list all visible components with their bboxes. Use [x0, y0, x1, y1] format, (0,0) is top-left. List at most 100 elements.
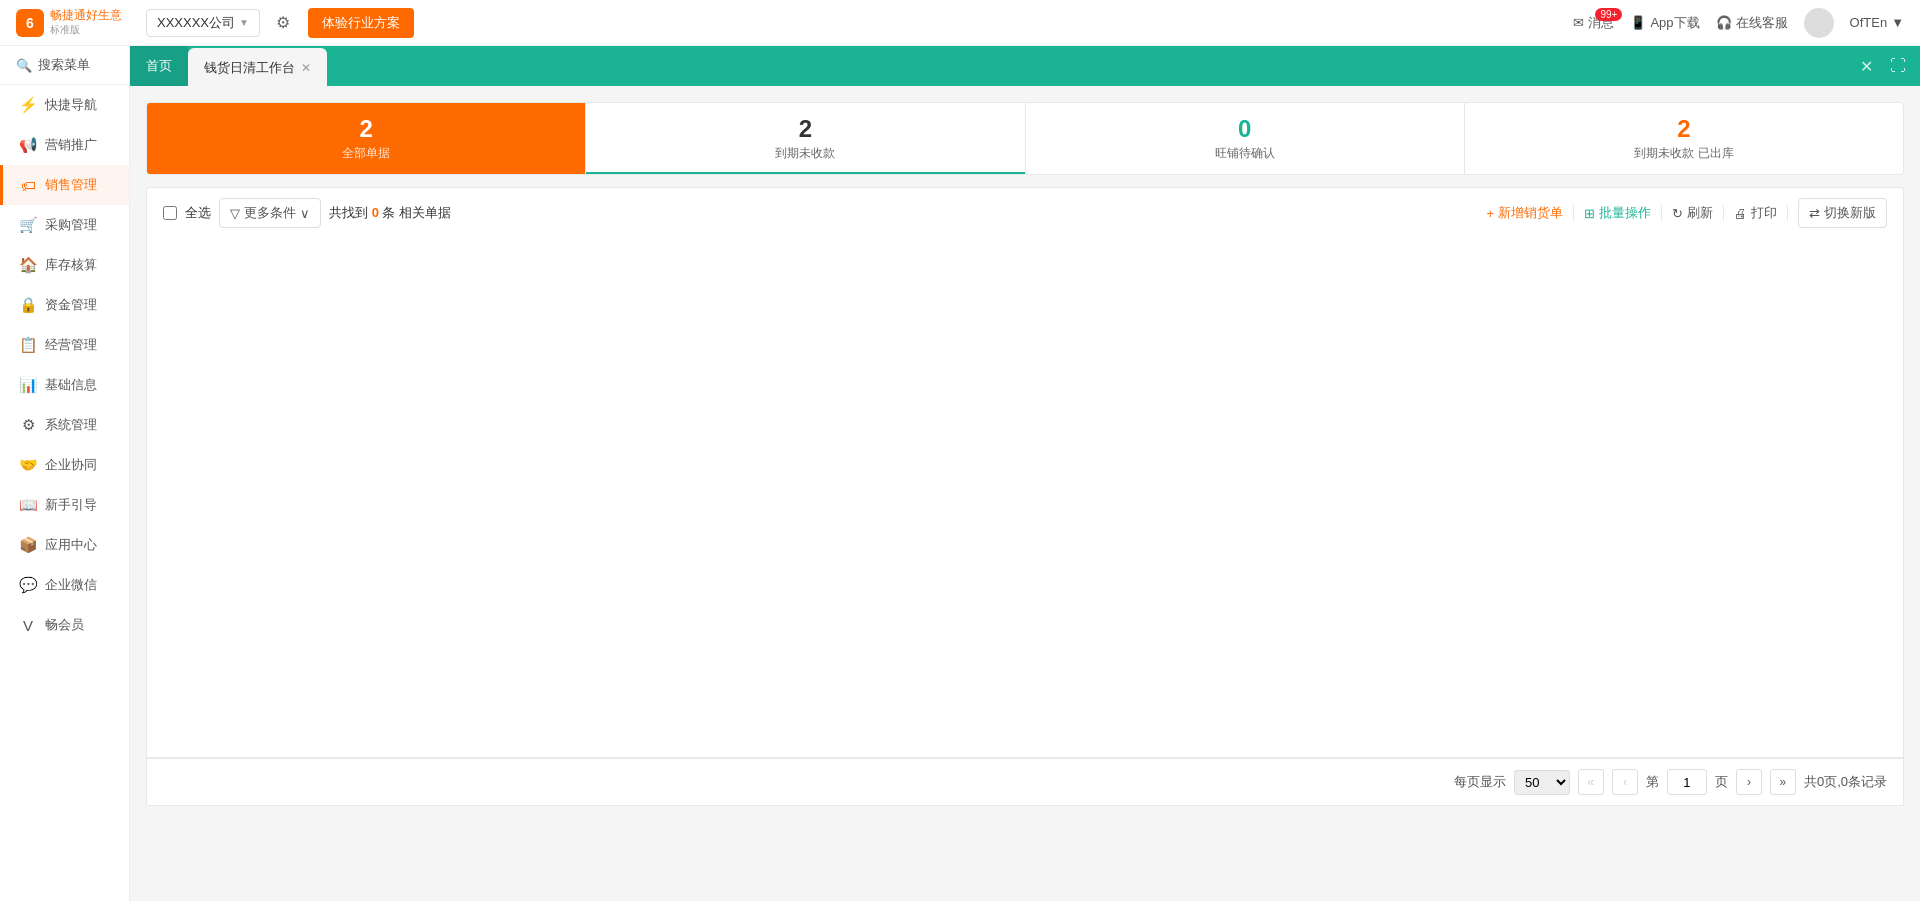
tab-cashflow-label: 钱货日清工作台	[204, 59, 295, 77]
print-label: 打印	[1751, 204, 1777, 222]
toolbar-left: 全选 ▽ 更多条件 ∨ 共找到 0 条 相关单据	[163, 198, 451, 228]
trial-button[interactable]: 体验行业方案	[308, 8, 414, 38]
tab-bar-actions: ✕ ⛶	[1852, 52, 1920, 80]
sidebar-icon-guide: 📖	[19, 496, 37, 514]
batch-icon: ⊞	[1584, 206, 1595, 221]
settings-icon[interactable]: ⚙	[268, 8, 298, 38]
sidebar-icon-inventory: 🏠	[19, 256, 37, 274]
stat-label-all: 全部单据	[163, 145, 569, 162]
filter-label: 更多条件	[244, 204, 296, 222]
brand-name: 畅捷通好生意	[50, 8, 122, 24]
stats-tabs: 2 全部单据 2 到期未收款 0 旺铺待确认 2 到期未收款 已出库	[146, 102, 1904, 175]
empty-state	[147, 238, 1903, 718]
refresh-icon: ↻	[1672, 206, 1683, 221]
sidebar-label-operations: 经营管理	[45, 336, 97, 354]
add-icon: +	[1486, 206, 1494, 221]
sidebar-label-basic-info: 基础信息	[45, 376, 97, 394]
sidebar-item-operations[interactable]: 📋 经营管理	[0, 325, 129, 365]
tab-cashflow[interactable]: 钱货日清工作台 ✕	[188, 48, 327, 88]
sidebar-label-guide: 新手引导	[45, 496, 97, 514]
print-icon: 🖨	[1734, 206, 1747, 221]
search-icon: 🔍	[16, 58, 32, 73]
sidebar-item-inventory[interactable]: 🏠 库存核算	[0, 245, 129, 285]
sidebar: 🔍 搜索菜单 ⚡ 快捷导航 📢 营销推广 🏷 销售管理 🛒 采购管理 🏠 库存核…	[0, 46, 130, 901]
sidebar-label-finance: 资金管理	[45, 296, 97, 314]
sidebar-label-cooperation: 企业协同	[45, 456, 97, 474]
last-page-button[interactable]: »	[1770, 769, 1796, 795]
tab-close-icon[interactable]: ✕	[301, 61, 311, 75]
select-all-label: 全选	[185, 204, 211, 222]
message-icon: ✉	[1573, 15, 1584, 30]
sidebar-item-purchase[interactable]: 🛒 采购管理	[0, 205, 129, 245]
stat-tab-overdue-out[interactable]: 2 到期未收款 已出库	[1465, 103, 1903, 174]
print-button[interactable]: 🖨 打印	[1734, 204, 1777, 222]
total-info: 共0页,0条记录	[1804, 773, 1887, 791]
stat-tab-pending[interactable]: 0 旺铺待确认	[1026, 103, 1465, 174]
stat-tab-overdue[interactable]: 2 到期未收款	[586, 103, 1025, 174]
sidebar-item-cooperation[interactable]: 🤝 企业协同	[0, 445, 129, 485]
switch-icon: ⇄	[1809, 206, 1820, 221]
select-all-checkbox[interactable]	[163, 206, 177, 220]
service-icon: 🎧	[1716, 15, 1732, 30]
switch-label: 切换新版	[1824, 204, 1876, 222]
stat-label-overdue: 到期未收款	[602, 145, 1008, 162]
refresh-button[interactable]: ↻ 刷新	[1672, 204, 1713, 222]
online-service-label: 在线客服	[1736, 14, 1788, 32]
batch-label: 批量操作	[1599, 204, 1651, 222]
page-size-label: 每页显示	[1454, 773, 1506, 791]
found-suffix: 相关单据	[399, 205, 451, 220]
online-service-button[interactable]: 🎧 在线客服	[1716, 14, 1788, 32]
main-content: 2 全部单据 2 到期未收款 0 旺铺待确认 2 到期未收款 已出库 全选 ▽ …	[130, 86, 1920, 901]
logo-area: 6 畅捷通好生意 标准版	[16, 8, 146, 38]
sidebar-search[interactable]: 🔍 搜索菜单	[0, 46, 129, 85]
sidebar-item-app-center[interactable]: 📦 应用中心	[0, 525, 129, 565]
sidebar-item-marketing[interactable]: 📢 营销推广	[0, 125, 129, 165]
user-name[interactable]: OfTEn ▼	[1850, 15, 1904, 30]
username-text: OfTEn	[1850, 15, 1888, 30]
stat-num-all: 2	[163, 115, 569, 143]
company-selector[interactable]: XXXXXX公司 ▼	[146, 9, 260, 37]
user-chevron-icon: ▼	[1891, 15, 1904, 30]
avatar[interactable]	[1804, 8, 1834, 38]
switch-button[interactable]: ⇄ 切换新版	[1798, 198, 1887, 228]
top-header: 6 畅捷通好生意 标准版 XXXXXX公司 ▼ ⚙ 体验行业方案 ✉ 消息 99…	[0, 0, 1920, 46]
sidebar-item-wechat[interactable]: 💬 企业微信	[0, 565, 129, 605]
app-download-button[interactable]: 📱 App下载	[1630, 14, 1699, 32]
sidebar-icon-basic-info: 📊	[19, 376, 37, 394]
divider-3	[1723, 205, 1724, 221]
tab-home[interactable]: 首页	[130, 46, 188, 86]
sidebar-item-basic-info[interactable]: 📊 基础信息	[0, 365, 129, 405]
message-button[interactable]: ✉ 消息 99+	[1573, 14, 1614, 32]
sidebar-label-app-center: 应用中心	[45, 536, 97, 554]
found-count: 0	[372, 205, 379, 220]
first-page-button[interactable]: «	[1578, 769, 1604, 795]
stat-label-overdue-out: 到期未收款 已出库	[1481, 145, 1887, 162]
sidebar-icon-sales: 🏷	[19, 177, 37, 194]
stat-tab-all[interactable]: 2 全部单据	[147, 103, 586, 174]
sidebar-item-guide[interactable]: 📖 新手引导	[0, 485, 129, 525]
sidebar-label-quick-nav: 快捷导航	[45, 96, 97, 114]
add-button[interactable]: + 新增销货单	[1486, 204, 1563, 222]
logo-icon: 6	[16, 9, 44, 37]
sidebar-icon-purchase: 🛒	[19, 216, 37, 234]
batch-button[interactable]: ⊞ 批量操作	[1584, 204, 1651, 222]
sidebar-label-wechat: 企业微信	[45, 576, 97, 594]
sidebar-label-marketing: 营销推广	[45, 136, 97, 154]
tab-expand-button[interactable]: ⛶	[1884, 52, 1912, 80]
filter-button[interactable]: ▽ 更多条件 ∨	[219, 198, 321, 228]
app-download-label: App下载	[1650, 14, 1699, 32]
next-page-button[interactable]: ›	[1736, 769, 1762, 795]
sidebar-item-quick-nav[interactable]: ⚡ 快捷导航	[0, 85, 129, 125]
page-suffix: 页	[1715, 773, 1728, 791]
sidebar-item-system[interactable]: ⚙ 系统管理	[0, 405, 129, 445]
page-size-select[interactable]: 50 10 20 100	[1514, 770, 1570, 795]
prev-page-button[interactable]: ‹	[1612, 769, 1638, 795]
page-input[interactable]	[1667, 769, 1707, 795]
logo-text: 畅捷通好生意 标准版	[50, 8, 122, 38]
sidebar-item-sales[interactable]: 🏷 销售管理	[0, 165, 129, 205]
sidebar-label-purchase: 采购管理	[45, 216, 97, 234]
sidebar-item-member[interactable]: V 畅会员	[0, 605, 129, 645]
sidebar-item-finance[interactable]: 🔒 资金管理	[0, 285, 129, 325]
sidebar-icon-system: ⚙	[19, 416, 37, 434]
tab-close-button[interactable]: ✕	[1852, 52, 1880, 80]
